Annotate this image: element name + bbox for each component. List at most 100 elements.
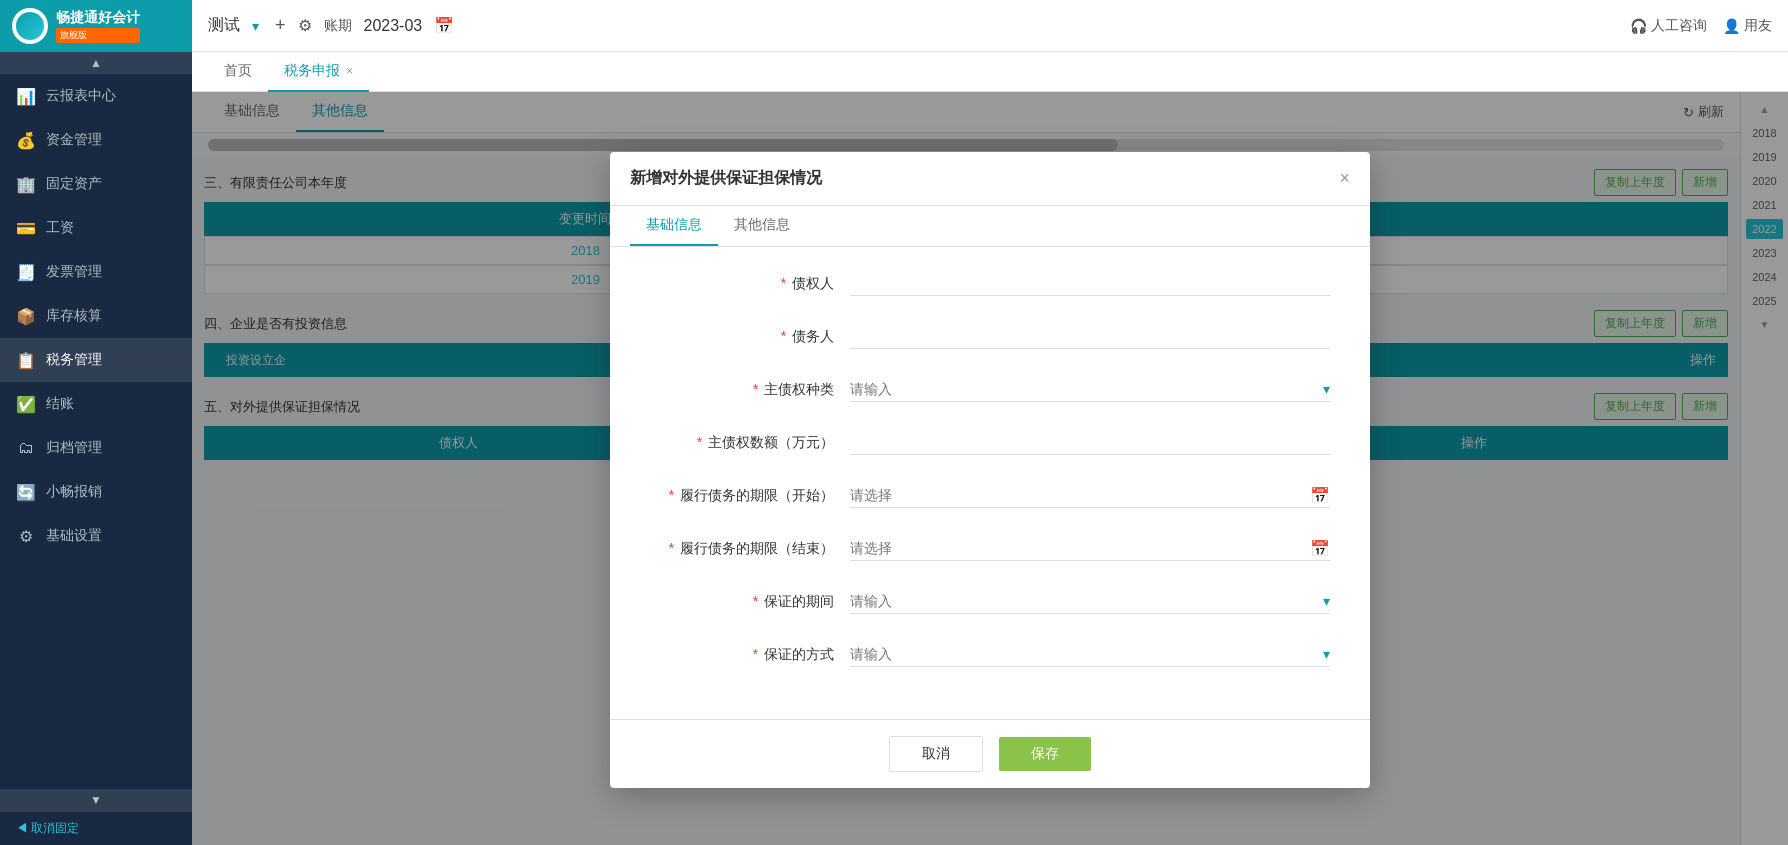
- sidebar-item-jiezhang[interactable]: ✅ 结账: [0, 382, 192, 426]
- modal-tab-jichu[interactable]: 基础信息: [630, 206, 718, 246]
- user-icon: 👤: [1723, 18, 1740, 34]
- modal-overlay: 新增对外提供保证担保情况 × 基础信息 其他信息: [192, 92, 1788, 845]
- required-mark: *: [753, 381, 758, 397]
- tab-close-icon[interactable]: ×: [346, 64, 353, 78]
- sidebar-scroll-down[interactable]: ▼: [0, 789, 192, 811]
- sidebar: 畅捷通好会计 旗舰版 ▲ 📊 云报表中心 💰 资金管理 🏢 固定资产 💳 工资: [0, 0, 192, 845]
- form-row-lvxing-kaishi: * 履行债务的期限（开始） 📅: [650, 483, 1330, 508]
- tab-home[interactable]: 首页: [208, 52, 268, 92]
- required-mark: *: [753, 593, 758, 609]
- sidebar-item-label: 库存核算: [46, 307, 102, 325]
- modal-footer: 取消 保存: [610, 719, 1370, 788]
- lvxing-jieshu-input[interactable]: [850, 536, 1310, 560]
- sidebar-item-zijin[interactable]: 💰 资金管理: [0, 118, 192, 162]
- modal-body: * 债权人 * 债务人: [610, 247, 1370, 719]
- user-btn[interactable]: 👤 用友: [1723, 17, 1772, 35]
- zhiquanren-label: * 债权人: [650, 275, 850, 293]
- zhiquanren-input[interactable]: [850, 271, 1330, 296]
- calendar-icon[interactable]: 📅: [434, 16, 454, 35]
- lvxing-jieshu-date[interactable]: 📅: [850, 536, 1330, 561]
- lvxing-kaishi-input[interactable]: [850, 483, 1310, 507]
- form-row-zhuzhaiquan-shue: * 主债权数额（万元）: [650, 430, 1330, 455]
- form-row-zhaiwuren: * 债务人: [650, 324, 1330, 349]
- fapiao-icon: 🧾: [16, 262, 36, 282]
- sidebar-item-label: 云报表中心: [46, 87, 116, 105]
- gongzi-icon: 💳: [16, 218, 36, 238]
- modal-tabs: 基础信息 其他信息: [610, 206, 1370, 247]
- zhuzhaiquan-leixing-label: * 主债权种类: [650, 381, 850, 399]
- baozheng-qijian-select[interactable]: ▾: [850, 589, 1330, 614]
- add-icon[interactable]: +: [275, 15, 286, 36]
- required-mark: *: [669, 487, 674, 503]
- sidebar-item-label: 固定资产: [46, 175, 102, 193]
- period-value: 2023-03: [364, 17, 423, 35]
- form-row-baozheng-qijian: * 保证的期间 ▾: [650, 589, 1330, 614]
- zhuzhaiquan-shue-input[interactable]: [850, 430, 1330, 455]
- required-mark: *: [781, 328, 786, 344]
- gear-icon[interactable]: ⚙: [298, 16, 312, 35]
- form-row-baozheng-fangshi: * 保证的方式 ▾: [650, 642, 1330, 667]
- company-chevron-icon[interactable]: ▾: [252, 18, 259, 34]
- tabbar: 首页 税务申报 ×: [192, 52, 1788, 92]
- jichushezhi-icon: ⚙: [16, 526, 36, 546]
- modal-tab-qita[interactable]: 其他信息: [718, 206, 806, 246]
- zhuzhaiquan-shue-label: * 主债权数额（万元）: [650, 434, 850, 452]
- sidebar-item-yunbaobiao[interactable]: 📊 云报表中心: [0, 74, 192, 118]
- zhaiwuren-input[interactable]: [850, 324, 1330, 349]
- sidebar-item-label: 基础设置: [46, 527, 102, 545]
- modal-header: 新增对外提供保证担保情况 ×: [610, 152, 1370, 206]
- zijin-icon: 💰: [16, 130, 36, 150]
- sidebar-item-label: 工资: [46, 219, 74, 237]
- yunbaobiao-icon: 📊: [16, 86, 36, 106]
- save-button[interactable]: 保存: [999, 737, 1091, 771]
- lvxing-kaishi-date[interactable]: 📅: [850, 483, 1330, 508]
- zhuzhaiquan-leixing-select[interactable]: ▾: [850, 377, 1330, 402]
- service-btn[interactable]: 🎧 人工咨询: [1630, 17, 1707, 35]
- form-row-zhuzhaiquan-leixing: * 主债权种类 ▾: [650, 377, 1330, 402]
- lvxing-jieshu-label: * 履行债务的期限（结束）: [650, 540, 850, 558]
- zhuzhaiquan-leixing-input[interactable]: [850, 377, 1323, 401]
- company-name: 测试: [208, 15, 240, 36]
- lvxing-jieshu-calendar-icon[interactable]: 📅: [1310, 539, 1330, 558]
- sidebar-item-gongzi[interactable]: 💳 工资: [0, 206, 192, 250]
- sidebar-item-label: 发票管理: [46, 263, 102, 281]
- sidebar-item-fapiao[interactable]: 🧾 发票管理: [0, 250, 192, 294]
- baozheng-qijian-label: * 保证的期间: [650, 593, 850, 611]
- tab-shuiwushenbo[interactable]: 税务申报 ×: [268, 52, 369, 92]
- sidebar-item-guidang[interactable]: 🗂 归档管理: [0, 426, 192, 470]
- tab-home-label: 首页: [224, 62, 252, 80]
- content-wrapper: 基础信息 其他信息 ↻ 刷新: [192, 92, 1788, 845]
- sidebar-item-gudingzichan[interactable]: 🏢 固定资产: [0, 162, 192, 206]
- app-badge: 旗舰版: [56, 28, 140, 43]
- baozheng-fangshi-input[interactable]: [850, 642, 1323, 666]
- required-mark: *: [753, 646, 758, 662]
- topbar-right: 🎧 人工咨询 👤 用友: [1630, 17, 1772, 35]
- sidebar-item-shuiwu[interactable]: 📋 税务管理: [0, 338, 192, 382]
- tab-shuiwushenbo-label: 税务申报: [284, 62, 340, 80]
- lvxing-kaishi-label: * 履行债务的期限（开始）: [650, 487, 850, 505]
- baozheng-fangshi-select[interactable]: ▾: [850, 642, 1330, 667]
- sidebar-item-xiaochang[interactable]: 🔄 小畅报销: [0, 470, 192, 514]
- sidebar-title-wrap: 畅捷通好会计 旗舰版: [56, 9, 140, 43]
- baozheng-qijian-input[interactable]: [850, 589, 1323, 613]
- zhuzhaiquan-leixing-chevron-icon: ▾: [1323, 381, 1330, 397]
- sidebar-item-label: 小畅报销: [46, 483, 102, 501]
- baozheng-fangshi-chevron-icon: ▾: [1323, 646, 1330, 662]
- sidebar-unpin-btn[interactable]: ◀ 取消固定: [0, 811, 192, 845]
- sidebar-item-jichushezhi[interactable]: ⚙ 基础设置: [0, 514, 192, 558]
- sidebar-item-label: 结账: [46, 395, 74, 413]
- guidang-icon: 🗂: [16, 438, 36, 458]
- sidebar-item-label: 资金管理: [46, 131, 102, 149]
- zhaiwuren-label: * 债务人: [650, 328, 850, 346]
- sidebar-scroll-up[interactable]: ▲: [0, 52, 192, 74]
- service-label: 人工咨询: [1651, 17, 1707, 35]
- cancel-button[interactable]: 取消: [889, 736, 983, 772]
- lvxing-kaishi-calendar-icon[interactable]: 📅: [1310, 486, 1330, 505]
- period-label: 账期: [324, 17, 352, 35]
- modal-close-btn[interactable]: ×: [1339, 168, 1350, 189]
- modal-dialog: 新增对外提供保证担保情况 × 基础信息 其他信息: [610, 152, 1370, 788]
- jiezhang-icon: ✅: [16, 394, 36, 414]
- form-row-zhiquanren: * 债权人: [650, 271, 1330, 296]
- sidebar-item-label: 税务管理: [46, 351, 102, 369]
- sidebar-item-kucun[interactable]: 📦 库存核算: [0, 294, 192, 338]
